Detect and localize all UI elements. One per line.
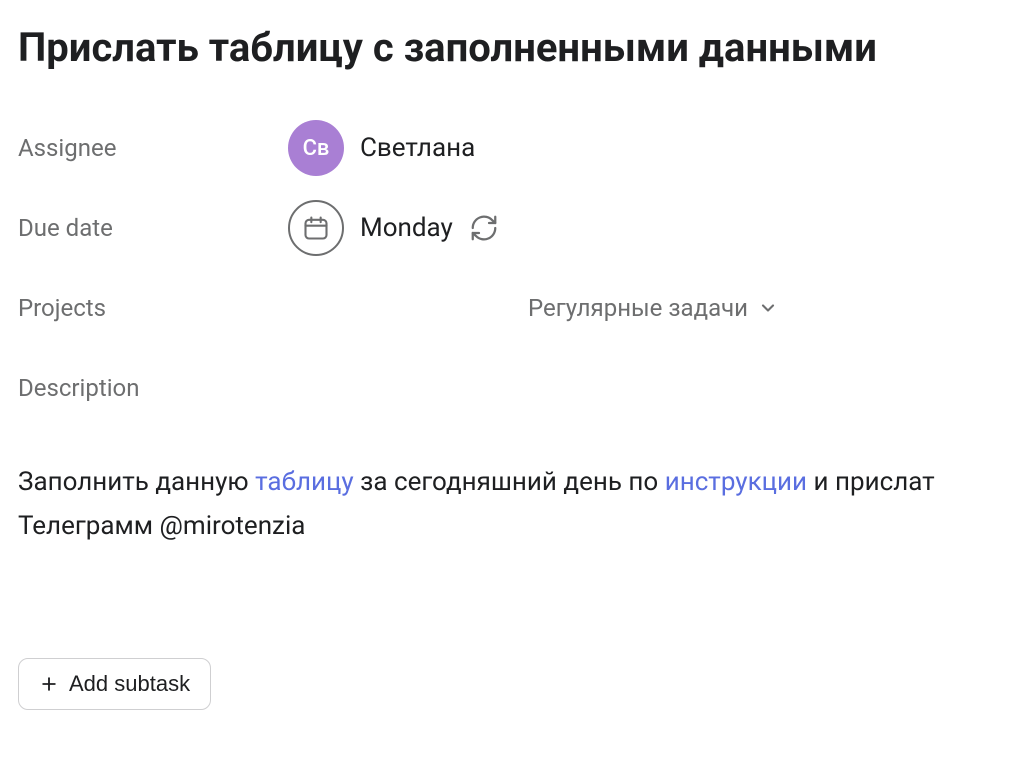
projects-value-text: Регулярные задачи — [528, 294, 748, 322]
repeat-icon[interactable] — [469, 213, 499, 243]
desc-text-1: Заполнить данную — [18, 467, 255, 497]
add-subtask-button[interactable]: Add subtask — [18, 658, 211, 710]
chevron-down-icon — [758, 298, 778, 318]
description-link-instructions[interactable]: инструкции — [665, 467, 807, 497]
assignee-row: Assignee Св Светлана — [18, 120, 1011, 176]
projects-label: Projects — [18, 294, 288, 322]
desc-text-2: за сегодняшний день по — [354, 467, 665, 497]
projects-dropdown[interactable]: Регулярные задачи — [528, 294, 778, 322]
projects-row: Projects Регулярные задачи — [18, 280, 1011, 336]
description-body[interactable]: Заполнить данную таблицу за сегодняшний … — [18, 460, 1011, 548]
due-date-text: Monday — [360, 213, 453, 243]
due-date-label: Due date — [18, 214, 288, 242]
description-label: Description — [18, 374, 288, 402]
description-row: Description — [18, 360, 1011, 416]
calendar-icon[interactable] — [288, 200, 344, 256]
plus-icon — [39, 674, 59, 694]
assignee-value[interactable]: Св Светлана — [288, 120, 1011, 176]
assignee-label: Assignee — [18, 134, 288, 162]
assignee-name: Светлана — [360, 133, 475, 163]
due-date-row: Due date Monday — [18, 200, 1011, 256]
task-title[interactable]: Прислать таблицу с заполненными данными — [18, 24, 1011, 72]
desc-text-3: и прислат — [807, 467, 935, 497]
description-line-1: Заполнить данную таблицу за сегодняшний … — [18, 460, 1011, 504]
description-link-table[interactable]: таблицу — [255, 467, 354, 497]
add-subtask-label: Add subtask — [69, 671, 190, 697]
avatar[interactable]: Св — [288, 120, 344, 176]
due-date-value[interactable]: Monday — [288, 200, 1011, 256]
description-line-2: Телеграмм @mirotenzia — [18, 504, 1011, 548]
